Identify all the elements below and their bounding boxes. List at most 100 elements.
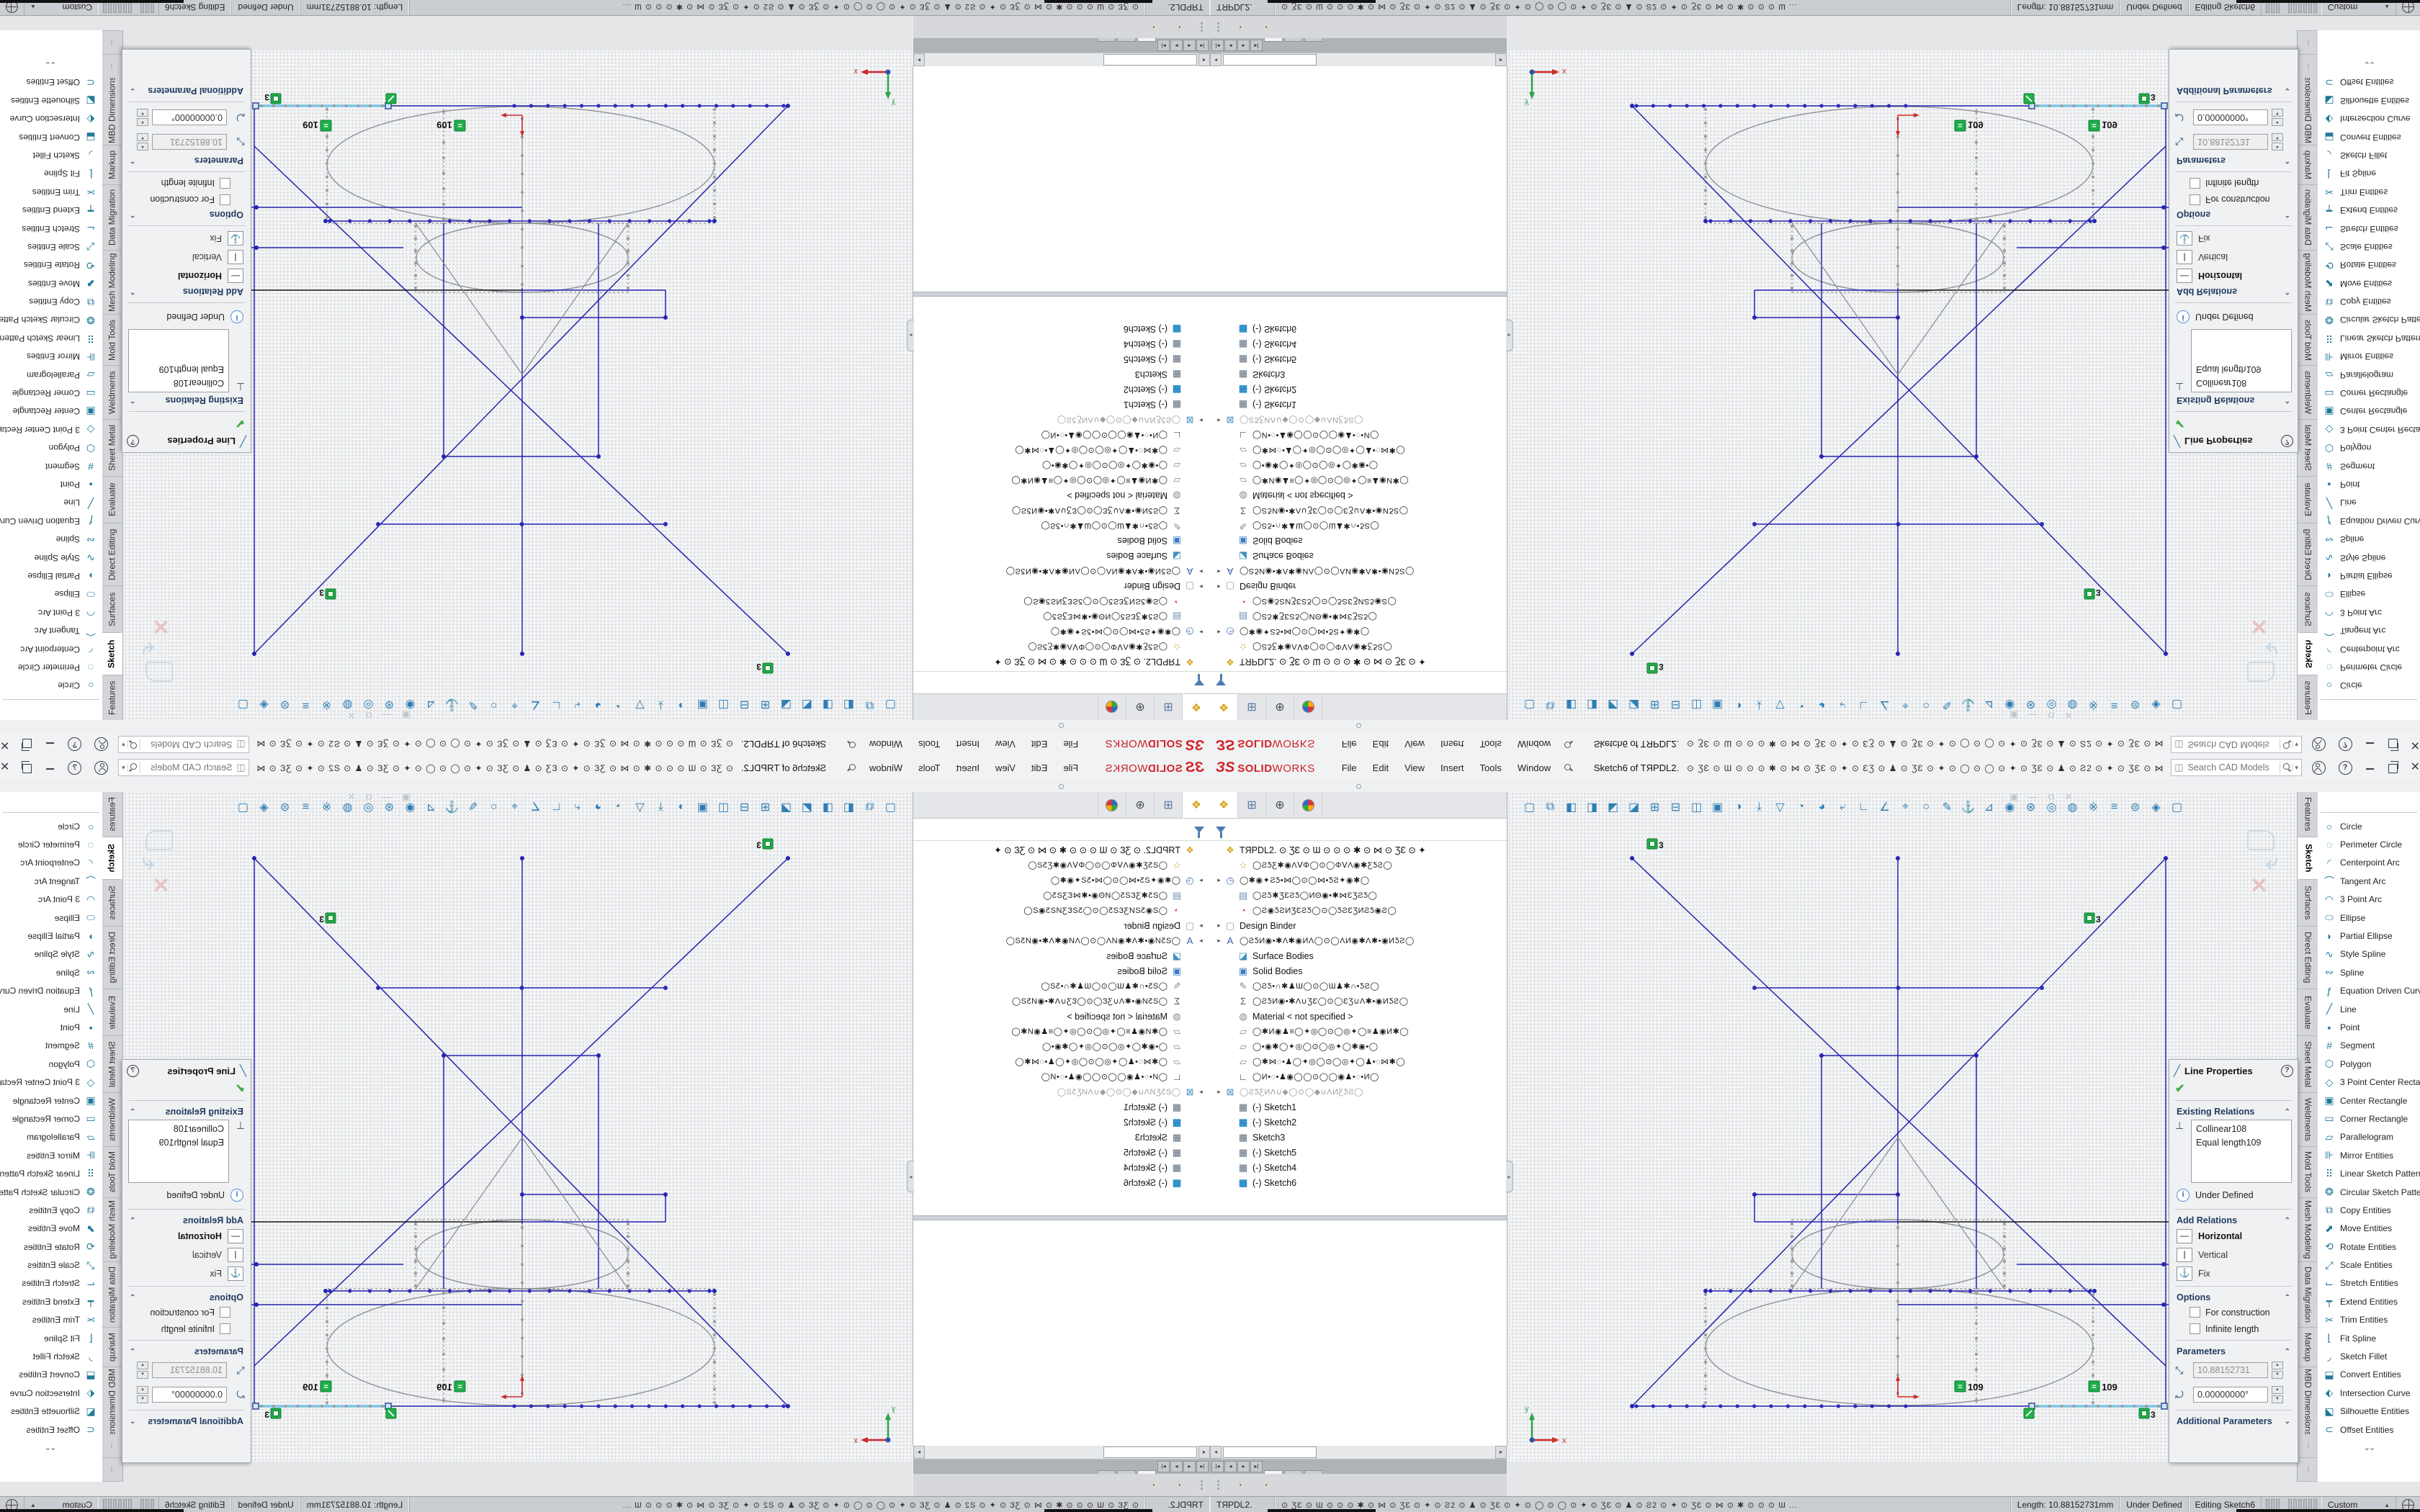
tab-scroll-button[interactable]: ▸| — [1157, 1461, 1170, 1472]
view-tool-icon[interactable]: ≡ — [296, 695, 315, 714]
view-tool-icon[interactable]: ◧ — [1561, 695, 1581, 714]
checkbox[interactable] — [2190, 178, 2200, 189]
command-tab[interactable]: Features — [102, 675, 122, 720]
view-tool-icon[interactable]: ◔ — [609, 695, 629, 714]
panel-flyout-handle[interactable]: ▸ — [1506, 1161, 1513, 1192]
toolbar-grip[interactable] — [1217, 1480, 1219, 1490]
model-tab[interactable] — [1117, 38, 1136, 42]
tree-row[interactable]: ✎ ◯ƧƼ•∩✱♟Ɯ◯⊙◯Ɯ♟✱∩•ƼƧ◯ — [1210, 978, 1507, 994]
sketch-tool-item[interactable]: ⟲ Rotate Entities — [0, 1238, 102, 1256]
command-tab[interactable]: Markup — [102, 1328, 122, 1367]
sketch-tool-item[interactable]: ◜ Centerpoint Arc — [2318, 854, 2420, 872]
tab-scroll-button[interactable]: ▸ — [1237, 40, 1250, 51]
sketch-tool-item[interactable]: ▪ Point — [2318, 475, 2420, 493]
relation-entry[interactable]: Collinear108 — [133, 1122, 224, 1136]
sketch-tool-item[interactable]: ⬓ Convert Entities — [2318, 128, 2420, 146]
view-tool-icon[interactable]: ⤓ — [1749, 798, 1769, 818]
minimize-button[interactable] — [45, 762, 55, 773]
length-param-field[interactable] — [2193, 1362, 2268, 1378]
view-tool-icon[interactable]: ∟ — [1854, 695, 1873, 714]
angle-param-field[interactable] — [152, 109, 227, 125]
pane-scroll-thumb[interactable] — [1103, 1446, 1197, 1458]
sketch-tool-item[interactable]: ▱ Parallelogram — [2318, 1128, 2420, 1146]
tools-overflow-chevron[interactable]: ⌄⌄ — [2318, 60, 2420, 69]
tree-row[interactable]: ▦ Sketch3 — [913, 367, 1210, 382]
toolbar-grip[interactable] — [1201, 23, 1203, 32]
filter-funnel-icon[interactable] — [1194, 827, 1204, 833]
view-tool-icon[interactable]: ∟ — [547, 798, 566, 818]
tree-row[interactable]: ▣ Solid Bodies — [1210, 534, 1507, 549]
view-tool-icon[interactable]: ∠ — [1875, 695, 1894, 714]
relation-button-row[interactable]: — Horizontal — [122, 266, 251, 285]
command-tab[interactable]: Data Migration — [2298, 1262, 2318, 1328]
sketch-tool-item[interactable]: ⊪ Mirror Entities — [0, 1146, 102, 1164]
sketch-exit-icon[interactable] — [145, 830, 173, 850]
sketch-tool-item[interactable]: ⠿ Linear Sketch Pattern — [2318, 329, 2420, 347]
view-tool-icon[interactable]: ⊟ — [1666, 695, 1685, 714]
tab-overflow-grip[interactable]: ⁞ — [102, 1458, 122, 1482]
length-param-field[interactable] — [152, 1362, 227, 1378]
filter-funnel-icon[interactable] — [1194, 680, 1204, 686]
sketch-tool-item[interactable]: ⌙ Stretch Entities — [2318, 220, 2420, 238]
tools-overflow-chevron[interactable]: ⌄⌄ — [2318, 1443, 2420, 1452]
section-options[interactable]: Options⌃ — [2169, 1290, 2298, 1304]
command-tab[interactable]: Markup — [102, 145, 122, 184]
tree-row[interactable]: ☆ ◯ƧƼƸ✱◉ɅⅤΦ◯⊙◯ΦⅤɅ◉✱ƸƼƧ◯ — [913, 639, 1210, 654]
tree-row[interactable]: ▱ ◯•◉✱◯✦◎◯⊙◯◎✦◯✱◉•◯ — [1210, 1039, 1507, 1054]
sketch-tool-item[interactable]: ▣ Center Rectangle — [2318, 402, 2420, 420]
sketch-tool-item[interactable]: ⊪ Mirror Entities — [2318, 1146, 2420, 1164]
sketch-tool-item[interactable]: ▣ Center Rectangle — [0, 1092, 102, 1110]
menu-item[interactable]: File — [1334, 757, 1365, 779]
sketch-tool-item[interactable]: ⌙ Stretch Entities — [0, 1274, 102, 1292]
tree-row[interactable]: ▦ (-) Sketch5 — [1210, 1145, 1507, 1160]
sketch-tool-item[interactable]: ○ Circle — [0, 677, 102, 695]
relation-button-row[interactable]: | Vertical — [2169, 1246, 2298, 1264]
option-row[interactable]: Infinite length — [2169, 1320, 2298, 1337]
document-window-controls[interactable]: ▣—⧉✕ — [348, 791, 411, 803]
tree-row[interactable]: ▦ (-) Sketch4 — [1210, 1160, 1507, 1175]
tab-scroll-button[interactable]: ◂ — [1224, 40, 1237, 51]
sketch-tool-item[interactable]: ▭ Corner Rectangle — [2318, 1110, 2420, 1128]
sketch-tool-item[interactable]: ◜ Centerpoint Arc — [2318, 640, 2420, 658]
pane-scroll-thumb[interactable] — [1223, 54, 1317, 66]
feature-manager-tab[interactable]: ⊞ — [1238, 694, 1266, 720]
view-tool-icon[interactable]: ◕ — [1812, 695, 1832, 714]
tree-row[interactable]: ▸ ◷ ◯✱◉✦ƧƼ•⋈◯⊙◯⋈•ƼƧ✦◉✱◯ — [913, 624, 1210, 639]
menu-item[interactable]: Insert — [1433, 757, 1472, 779]
spinner-buttons[interactable]: ▲▼ — [2272, 109, 2283, 126]
toolbar-expander-dot[interactable] — [1059, 784, 1064, 789]
sketch-tool-item[interactable]: ▣ Center Rectangle — [2318, 1092, 2420, 1110]
tree-row[interactable]: ▱ ◯✱И◉♟≡◯✦◎◯⊙◯◎✦◯≡♟◉И✱◯ — [913, 1024, 1210, 1039]
help-icon[interactable]: ? — [2339, 761, 2352, 775]
sketch-tool-item[interactable]: ⌙ Stretch Entities — [2318, 1274, 2420, 1292]
sketch-tool-item[interactable]: ◠ 3 Point Arc — [2318, 891, 2420, 909]
tree-row[interactable]: ▱ ◯✱И◉♟≡◯✦◎◯⊙◯◎✦◯≡♟◉И✱◯ — [913, 473, 1210, 488]
option-row[interactable]: For construction — [122, 1304, 251, 1320]
view-tool-icon[interactable]: ◔ — [609, 798, 629, 818]
view-tool-icon[interactable]: ⊞ — [756, 798, 775, 818]
tab-overflow-grip[interactable]: ⁞ — [102, 54, 122, 78]
scroll-left-button[interactable]: ◂ — [1210, 53, 1222, 66]
view-tool-icon[interactable]: ⤓ — [651, 798, 671, 818]
tab-overflow-grip[interactable]: ⁞ — [2298, 30, 2318, 54]
menu-item[interactable]: Tools — [1472, 757, 1510, 779]
view-tool-icon[interactable]: ◨ — [818, 695, 838, 714]
tree-row[interactable]: ▤ ◯ƧƼ✱ƷƐƧƼ◯ИΘ◉•✱⋈ƐƷƧƼ◯ — [913, 888, 1210, 903]
command-tab[interactable]: Mesh Modeling — [102, 250, 122, 314]
sketch-tool-item[interactable]: ◗ Partial Ellipse — [0, 567, 102, 585]
section-existing-relations[interactable]: Existing Relations⌃ — [2169, 394, 2298, 408]
view-tool-icon[interactable]: ⚓ — [442, 798, 462, 818]
tree-row[interactable]: ▸ A ◯ƧƼИ◉•✱Ʌ✱◉ИɅ◯⊙◯ɅИ◉✱Ʌ✱•◉ИƼƧ◯ — [1210, 564, 1507, 579]
sketch-tool-item[interactable]: ⌒ Tangent Arc — [0, 621, 102, 639]
command-tab[interactable]: Evaluate — [102, 989, 122, 1036]
tree-row[interactable]: ◔ ◯Ƨ◉ƼƧИƷƐƧƼ◯⊙◯ƼƧƐƷИƧƼ◉Ƨ◯ — [1210, 903, 1507, 918]
sketch-tool-item[interactable]: ⠿ Linear Sketch Pattern — [0, 329, 102, 347]
section-options[interactable]: Options⌃ — [122, 1290, 251, 1304]
user-account-icon[interactable] — [94, 738, 108, 752]
sketch-tool-item[interactable]: ◜ Centerpoint Arc — [0, 640, 102, 658]
sketch-tool-item[interactable]: ⤢ Scale Entities — [2318, 238, 2420, 256]
filter-funnel-icon[interactable] — [1216, 827, 1226, 833]
command-tab[interactable]: Mesh Modeling — [2298, 1198, 2318, 1262]
panel-help-icon[interactable]: ? — [2281, 1065, 2293, 1077]
menu-item[interactable]: File — [1334, 734, 1365, 756]
